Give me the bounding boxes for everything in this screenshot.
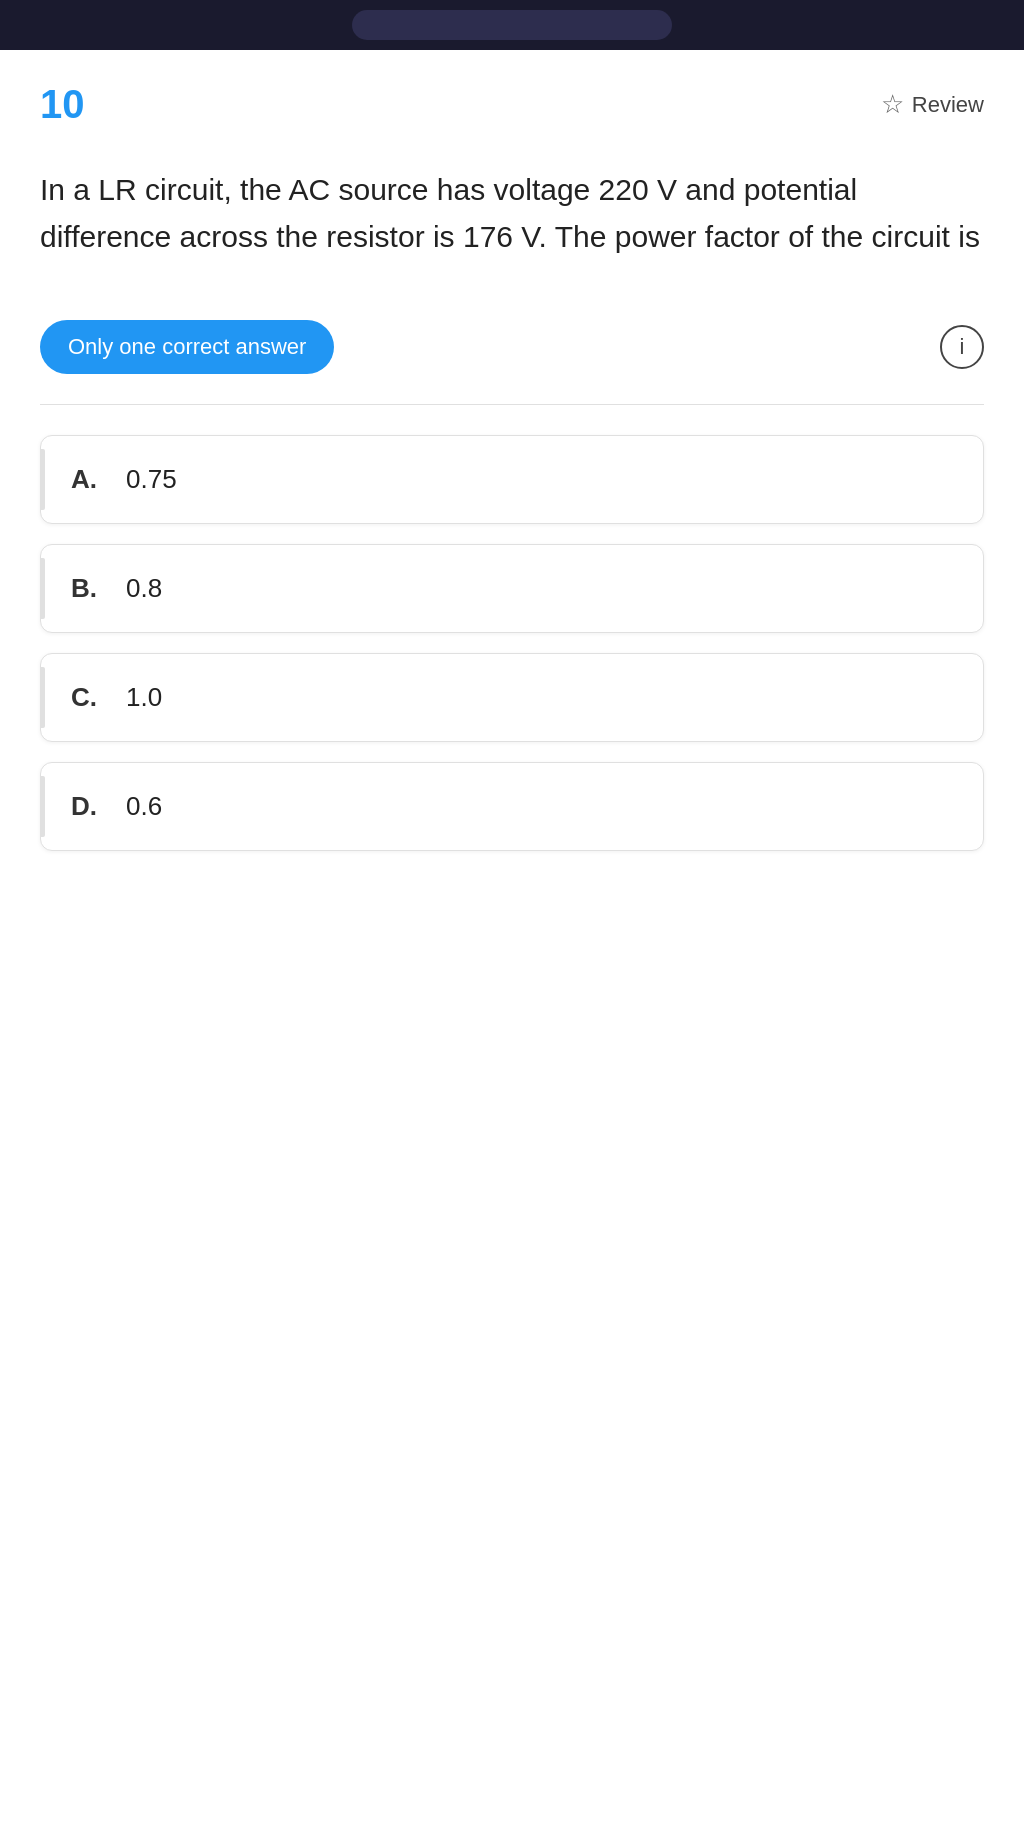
- option-value-1: 0.8: [126, 573, 162, 604]
- star-icon: ☆: [881, 89, 904, 120]
- options-list: A.0.75 B.0.8 C.1.0 D.0.6: [40, 435, 984, 851]
- option-card-0[interactable]: A.0.75: [40, 435, 984, 524]
- option-value-3: 0.6: [126, 791, 162, 822]
- option-card-1[interactable]: B.0.8: [40, 544, 984, 633]
- content-area: 10 ☆ Review In a LR circuit, the AC sour…: [0, 50, 1024, 891]
- answer-type-row: Only one correct answer i: [40, 320, 984, 374]
- question-number: 10: [40, 82, 85, 127]
- option-value-2: 1.0: [126, 682, 162, 713]
- divider: [40, 404, 984, 405]
- option-label-1: B.: [71, 573, 126, 604]
- option-card-3[interactable]: D.0.6: [40, 762, 984, 851]
- top-bar-inner: [352, 10, 672, 40]
- answer-type-badge: Only one correct answer: [40, 320, 334, 374]
- option-label-0: A.: [71, 464, 126, 495]
- question-text: In a LR circuit, the AC source has volta…: [40, 167, 984, 260]
- info-icon[interactable]: i: [940, 325, 984, 369]
- info-icon-symbol: i: [960, 334, 965, 360]
- top-bar: [0, 0, 1024, 50]
- option-card-2[interactable]: C.1.0: [40, 653, 984, 742]
- option-label-3: D.: [71, 791, 126, 822]
- review-button[interactable]: ☆ Review: [881, 89, 984, 120]
- review-label: Review: [912, 92, 984, 118]
- option-label-2: C.: [71, 682, 126, 713]
- option-value-0: 0.75: [126, 464, 177, 495]
- question-header: 10 ☆ Review: [40, 82, 984, 127]
